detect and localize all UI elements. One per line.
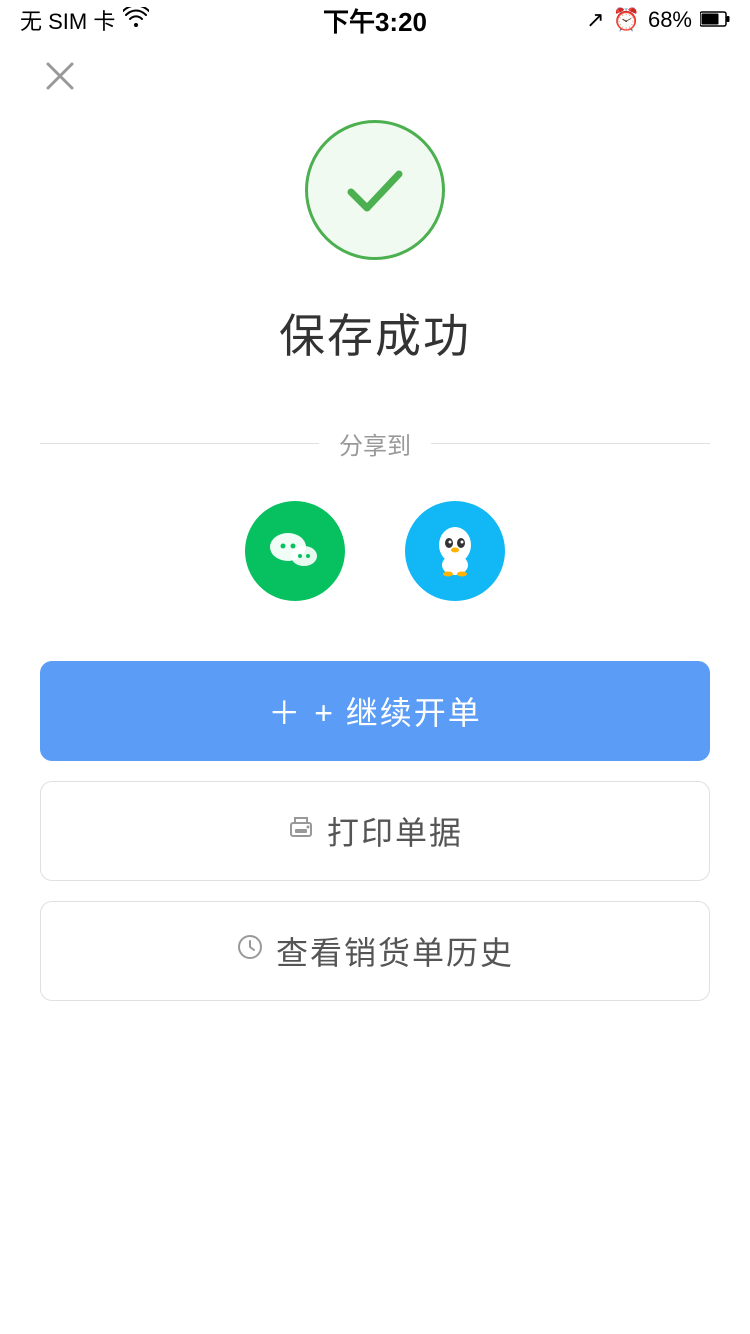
buttons-section: ＋ + 继续开单 打印单据 查看销货单历 <box>0 661 750 1001</box>
sim-status: 无 SIM 卡 <box>20 4 115 36</box>
battery-icon <box>700 7 730 33</box>
alarm-icon: ⏰ <box>613 7 640 33</box>
success-title: 保存成功 <box>279 300 471 366</box>
divider-left <box>40 443 319 444</box>
share-row <box>245 501 505 601</box>
continue-plus-icon: ＋ <box>268 688 302 734</box>
share-wechat-button[interactable] <box>245 501 345 601</box>
history-label: 查看销货单历史 <box>276 928 514 974</box>
status-bar: 无 SIM 卡 下午3:20 ↗ ⏰ 68% <box>0 0 750 40</box>
continue-button[interactable]: ＋ + 继续开单 <box>40 661 710 761</box>
share-qq-button[interactable] <box>405 501 505 601</box>
divider-right <box>431 443 710 444</box>
history-icon <box>236 933 264 969</box>
share-label: 分享到 <box>319 426 431 461</box>
close-icon <box>44 60 76 92</box>
continue-label: + 继续开单 <box>314 688 482 734</box>
history-button[interactable]: 查看销货单历史 <box>40 901 710 1001</box>
checkmark-icon <box>339 154 411 226</box>
status-time: 下午3:20 <box>323 2 427 39</box>
wifi-icon <box>123 7 149 33</box>
success-circle <box>305 120 445 260</box>
close-button[interactable] <box>36 52 84 100</box>
qq-icon <box>425 521 485 581</box>
status-left: 无 SIM 卡 <box>20 4 149 36</box>
print-label: 打印单据 <box>327 808 463 854</box>
location-icon: ↗ <box>586 7 604 33</box>
print-icon <box>287 813 315 849</box>
wechat-icon <box>265 521 325 581</box>
status-right: ↗ ⏰ 68% <box>586 7 730 33</box>
print-button[interactable]: 打印单据 <box>40 781 710 881</box>
share-divider: 分享到 <box>0 426 750 461</box>
main-content: 保存成功 分享到 <box>0 40 750 1001</box>
battery-level: 68% <box>648 7 692 33</box>
